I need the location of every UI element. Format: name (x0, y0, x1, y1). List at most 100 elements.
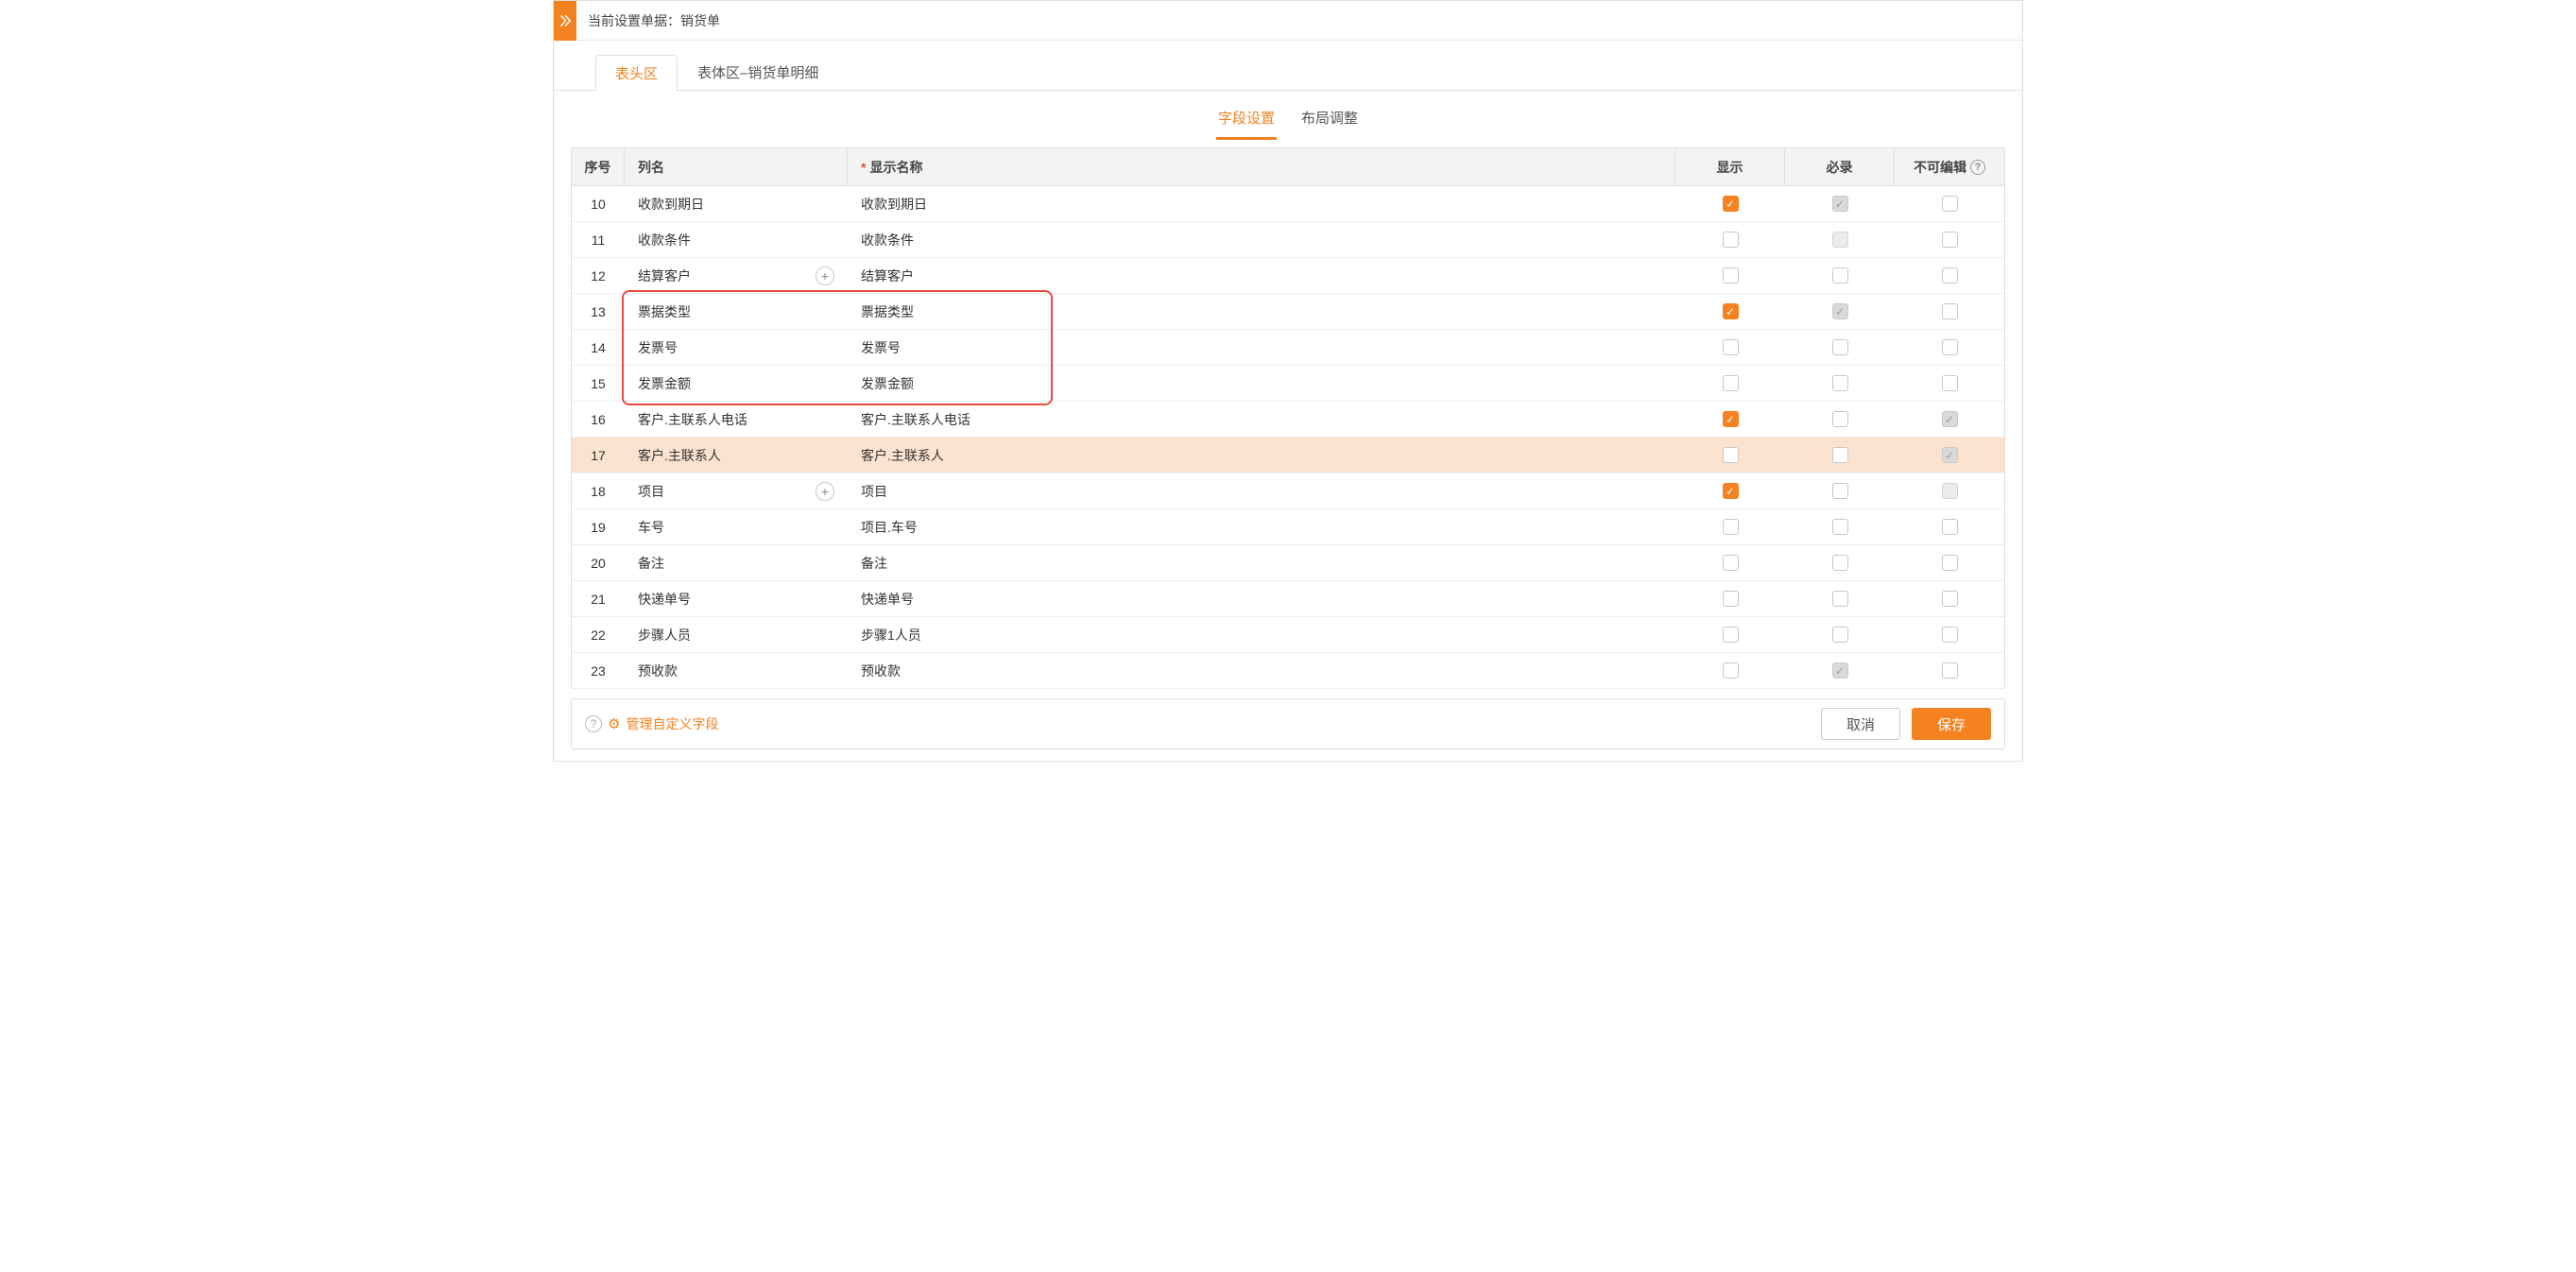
cell-show (1675, 196, 1785, 212)
question-icon[interactable]: ? (585, 715, 602, 732)
table-row[interactable]: 19车号项目.车号 (572, 509, 2004, 545)
cell-required (1785, 303, 1895, 319)
checkbox-required[interactable] (1832, 555, 1848, 571)
tab-layout-adjust[interactable]: 布局调整 (1299, 104, 1360, 140)
manage-custom-fields-link[interactable]: 管理自定义字段 (626, 714, 718, 733)
table-row[interactable]: 12结算客户+结算客户 (572, 258, 2004, 294)
cell-show (1675, 447, 1785, 463)
cell-seq: 11 (572, 232, 625, 248)
table-row[interactable]: 10收款到期日收款到期日 (572, 186, 2004, 222)
cell-display-name[interactable]: 结算客户 (848, 266, 1675, 285)
tab-body-area[interactable]: 表体区–销货单明细 (678, 54, 838, 90)
main-tab-row: 表头区 表体区–销货单明细 (554, 41, 2022, 90)
table-row[interactable]: 22 步骤人员 步骤1人员 (572, 617, 2004, 653)
checkbox-show[interactable] (1723, 591, 1739, 607)
cell-required (1785, 232, 1895, 248)
field-name-text: 发票金额 (638, 374, 691, 393)
tab-field-settings[interactable]: 字段设置 (1216, 104, 1277, 140)
checkbox-required[interactable] (1832, 483, 1848, 499)
cell-seq: 22 (572, 627, 625, 643)
cell-name: 发票金额 (625, 374, 848, 393)
cell-required (1785, 662, 1895, 679)
checkbox-show[interactable] (1723, 447, 1739, 463)
checkbox-readonly[interactable] (1942, 232, 1958, 248)
cancel-button[interactable]: 取消 (1821, 708, 1900, 740)
checkbox-show[interactable] (1723, 627, 1739, 643)
table-row[interactable]: 16客户.主联系人电话客户.主联系人电话 (572, 402, 2004, 438)
table-row[interactable]: 13票据类型票据类型 (572, 294, 2004, 330)
cell-display-name[interactable]: 备注 (848, 554, 1675, 573)
cell-readonly (1895, 519, 2004, 535)
cell-display-name[interactable]: 客户.主联系人 (848, 446, 1675, 465)
table-row[interactable]: 23预收款预收款 (572, 653, 2004, 689)
table-header-row: 序号 列名 * 显示名称 显示 必录 不可编辑 ? (572, 148, 2004, 186)
cell-show (1675, 339, 1785, 355)
checkbox-readonly[interactable] (1942, 375, 1958, 391)
checkbox-show[interactable] (1723, 196, 1739, 212)
cell-display-name[interactable]: 步骤1人员 (848, 626, 1675, 645)
checkbox-readonly[interactable] (1942, 519, 1958, 535)
table-row[interactable]: 14发票号发票号 (572, 330, 2004, 366)
checkbox-readonly[interactable] (1942, 627, 1958, 643)
table-row[interactable]: 17 客户.主联系人 客户.主联系人 (572, 438, 2004, 473)
save-button[interactable]: 保存 (1912, 708, 1991, 740)
checkbox-show[interactable] (1723, 555, 1739, 571)
tab-header-area[interactable]: 表头区 (595, 55, 678, 91)
checkbox-show[interactable] (1723, 519, 1739, 535)
expand-sidebar-icon[interactable] (554, 1, 576, 41)
cell-required (1785, 483, 1895, 499)
required-asterisk: * (861, 160, 866, 175)
checkbox-show[interactable] (1723, 339, 1739, 355)
checkbox-required[interactable] (1832, 375, 1848, 391)
cell-display-name[interactable]: 票据类型 (848, 302, 1675, 321)
field-name-text: 客户.主联系人 (638, 446, 721, 465)
checkbox-show[interactable] (1723, 267, 1739, 284)
checkbox-readonly[interactable] (1942, 303, 1958, 319)
help-icon[interactable]: ? (1970, 160, 1985, 175)
gear-icon: ⚙ (608, 715, 620, 732)
checkbox-readonly[interactable] (1942, 196, 1958, 212)
checkbox-show[interactable] (1723, 662, 1739, 679)
checkbox-readonly[interactable] (1942, 591, 1958, 607)
title-value: 销货单 (680, 13, 720, 28)
cell-show (1675, 483, 1785, 499)
table-row[interactable]: 18项目+项目 (572, 473, 2004, 509)
checkbox-readonly[interactable] (1942, 662, 1958, 679)
checkbox-required[interactable] (1832, 267, 1848, 284)
cell-display-name[interactable]: 项目.车号 (848, 518, 1675, 537)
checkbox-required[interactable] (1832, 591, 1848, 607)
checkbox-show[interactable] (1723, 303, 1739, 319)
checkbox-readonly[interactable] (1942, 339, 1958, 355)
cell-show (1675, 555, 1785, 571)
checkbox-show[interactable] (1723, 411, 1739, 427)
checkbox-required[interactable] (1832, 339, 1848, 355)
cell-readonly (1895, 339, 2004, 355)
checkbox-required[interactable] (1832, 447, 1848, 463)
add-sub-field-icon[interactable]: + (816, 482, 834, 501)
checkbox-readonly[interactable] (1942, 267, 1958, 284)
table-row[interactable]: 15发票金额发票金额 (572, 366, 2004, 402)
checkbox-show[interactable] (1723, 232, 1739, 248)
checkbox-show[interactable] (1723, 483, 1739, 499)
cell-display-name[interactable]: 客户.主联系人电话 (848, 410, 1675, 429)
cell-display-name[interactable]: 发票金额 (848, 374, 1675, 393)
field-name-text: 步骤人员 (638, 626, 691, 645)
cell-display-name[interactable]: 发票号 (848, 338, 1675, 357)
cell-display-name[interactable]: 收款到期日 (848, 195, 1675, 214)
cell-display-name[interactable]: 快递单号 (848, 590, 1675, 609)
cell-display-name[interactable]: 收款条件 (848, 231, 1675, 249)
add-sub-field-icon[interactable]: + (816, 266, 834, 285)
cell-display-name[interactable]: 预收款 (848, 662, 1675, 680)
checkbox-required[interactable] (1832, 411, 1848, 427)
footer-actions: 取消 保存 (1821, 708, 1991, 740)
checkbox-show[interactable] (1723, 375, 1739, 391)
checkbox-required[interactable] (1832, 627, 1848, 643)
checkbox-readonly[interactable] (1942, 555, 1958, 571)
checkbox-required[interactable] (1832, 519, 1848, 535)
cell-display-name[interactable]: 项目 (848, 482, 1675, 501)
cell-seq: 17 (572, 448, 625, 463)
table-row[interactable]: 21快递单号快递单号 (572, 581, 2004, 617)
cell-readonly (1895, 627, 2004, 643)
table-row[interactable]: 11收款条件收款条件 (572, 222, 2004, 258)
table-row[interactable]: 20备注备注 (572, 545, 2004, 581)
